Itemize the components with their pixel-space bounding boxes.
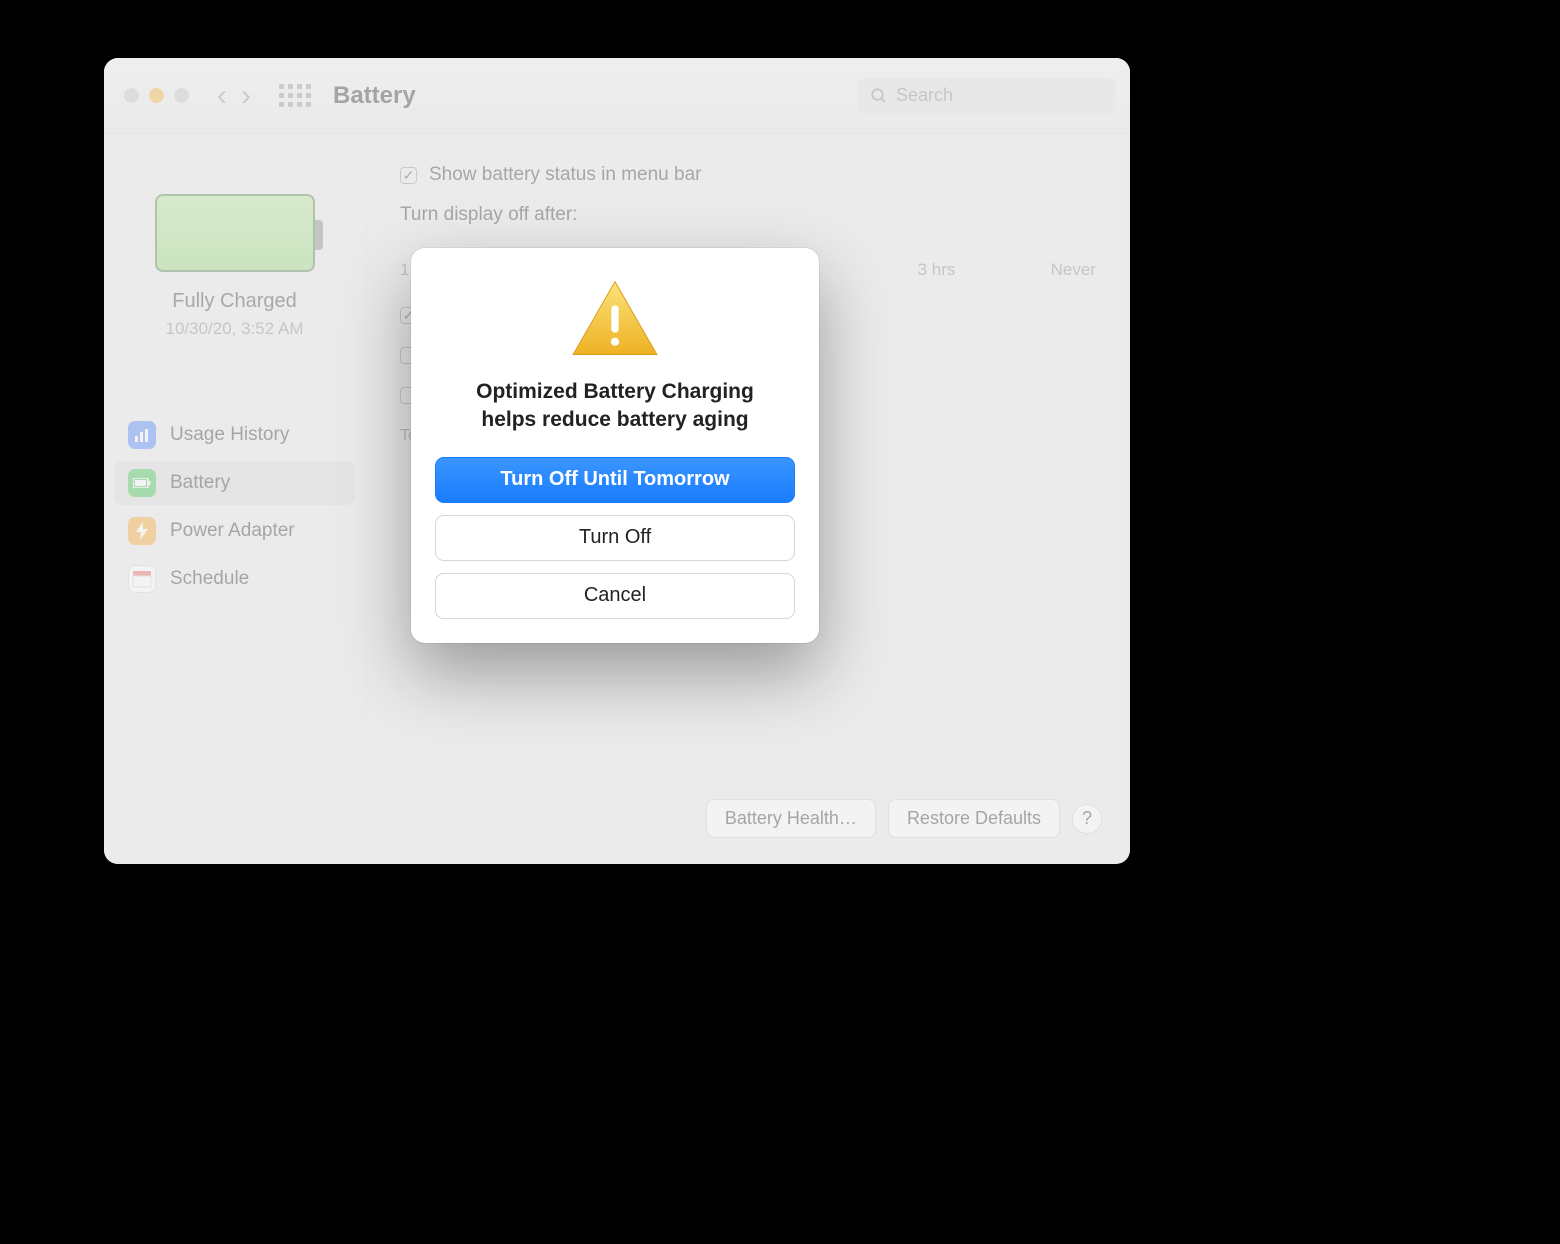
turn-off-button[interactable]: Turn Off — [435, 515, 795, 561]
optimized-charging-dialog: Optimized Battery Charging helps reduce … — [411, 248, 819, 643]
dialog-title-line1: Optimized Battery Charging — [476, 380, 754, 403]
dialog-title-line2: helps reduce battery aging — [481, 408, 748, 431]
dialog-title: Optimized Battery Charging helps reduce … — [435, 378, 795, 435]
turn-off-until-tomorrow-button[interactable]: Turn Off Until Tomorrow — [435, 457, 795, 503]
cancel-button[interactable]: Cancel — [435, 573, 795, 619]
warning-icon — [569, 278, 661, 360]
